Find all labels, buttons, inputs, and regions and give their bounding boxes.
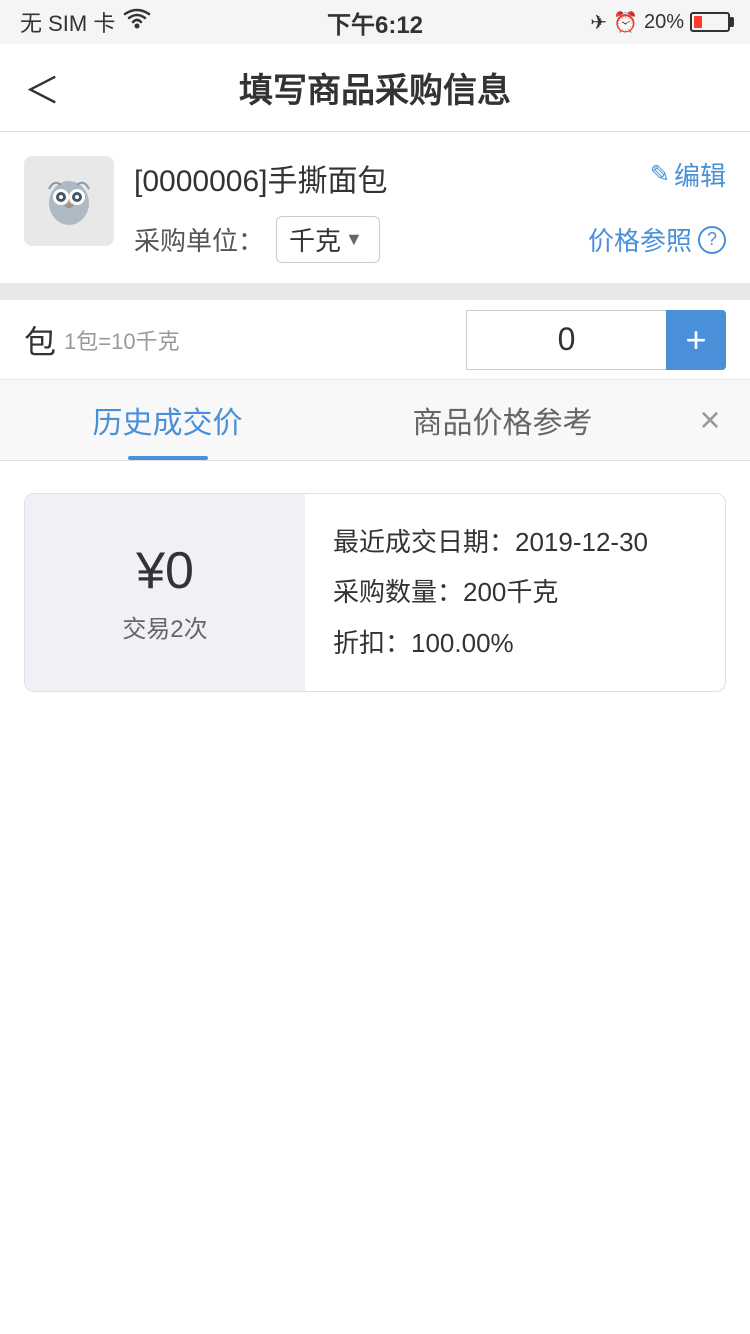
- location-icon: ✈: [590, 10, 607, 35]
- edit-icon: ✎: [650, 160, 670, 189]
- content-area: ¥0 交易2次 最近成交日期：2019-12-30 采购数量：200千克 折扣：…: [0, 461, 750, 724]
- battery-percent: 20%: [644, 11, 684, 34]
- back-button[interactable]: ＜: [24, 62, 60, 114]
- quantity-label: 包 1包=10千克: [24, 317, 180, 363]
- nav-bar: ＜ 填写商品采购信息: [0, 44, 750, 132]
- unit-select[interactable]: 千克 ▼: [276, 216, 380, 263]
- tab2-label: 商品价格参考: [413, 398, 593, 442]
- status-time: 下午6:12: [327, 5, 423, 40]
- product-card: [0000006]手撕面包 ✎ 编辑 采购单位： 千克 ▼ 价格参照 ?: [0, 132, 750, 284]
- main-background: [0, 724, 750, 1324]
- purchase-unit-left: 采购单位： 千克 ▼: [134, 216, 380, 263]
- edit-label: 编辑: [674, 156, 726, 193]
- purchase-unit-label: 采购单位：: [134, 221, 264, 258]
- unit-conversion: 1包=10千克: [64, 324, 180, 356]
- edit-button[interactable]: ✎ 编辑: [650, 156, 726, 193]
- product-thumbnail: [24, 156, 114, 246]
- plus-button[interactable]: +: [666, 310, 726, 370]
- price-value: ¥0: [136, 541, 194, 601]
- recent-date-label: 最近成交日期：: [333, 527, 515, 557]
- quantity-control: 0 +: [466, 310, 726, 370]
- price-card: ¥0 交易2次 最近成交日期：2019-12-30 采购数量：200千克 折扣：…: [24, 493, 726, 692]
- price-ref-label: 价格参照: [588, 221, 692, 258]
- status-carrier: 无 SIM 卡: [20, 6, 151, 38]
- price-left: ¥0 交易2次: [25, 494, 305, 691]
- owl-logo-icon: [39, 171, 99, 231]
- battery-icon: [690, 12, 730, 32]
- discount-row: 折扣：100.00%: [333, 625, 697, 661]
- tab-history-price[interactable]: 历史成交价: [0, 380, 335, 460]
- unit-value: 千克: [289, 221, 341, 258]
- discount-label: 折扣：: [333, 628, 411, 658]
- price-ref-button[interactable]: 价格参照 ?: [588, 221, 726, 258]
- recent-date-value: 2019-12-30: [515, 527, 648, 557]
- tab1-label: 历史成交价: [93, 398, 243, 442]
- page-title: 填写商品采购信息: [239, 63, 511, 112]
- tab-area: 历史成交价 商品价格参考 ×: [0, 380, 750, 461]
- tab-bar: 历史成交价 商品价格参考 ×: [0, 380, 750, 460]
- discount-value: 100.00%: [411, 628, 514, 658]
- chevron-down-icon: ▼: [345, 229, 363, 250]
- unit-badge: 包: [24, 317, 56, 363]
- wifi-icon: [123, 8, 151, 36]
- quantity-input[interactable]: 0: [466, 310, 666, 370]
- info-icon: ?: [698, 226, 726, 254]
- divider-bar: [0, 284, 750, 300]
- price-right: 最近成交日期：2019-12-30 采购数量：200千克 折扣：100.00%: [305, 494, 725, 691]
- status-right: ✈ ⏰ 20%: [590, 10, 730, 35]
- status-bar: 无 SIM 卡 下午6:12 ✈ ⏰ 20%: [0, 0, 750, 44]
- tab-product-price-ref[interactable]: 商品价格参考: [335, 380, 670, 460]
- purchase-qty-row: 采购数量：200千克: [333, 574, 697, 610]
- carrier-text: 无 SIM 卡: [20, 6, 115, 38]
- purchase-qty-value: 200千克: [463, 577, 558, 607]
- product-info: [0000006]手撕面包 ✎ 编辑 采购单位： 千克 ▼ 价格参照 ?: [134, 156, 726, 263]
- close-button[interactable]: ×: [670, 380, 750, 460]
- trade-count: 交易2次: [122, 609, 207, 644]
- product-name: [0000006]手撕面包: [134, 156, 387, 200]
- recent-date-row: 最近成交日期：2019-12-30: [333, 524, 697, 560]
- alarm-icon: ⏰: [613, 10, 638, 35]
- purchase-qty-label: 采购数量：: [333, 577, 463, 607]
- quantity-row: 包 1包=10千克 0 +: [0, 300, 750, 380]
